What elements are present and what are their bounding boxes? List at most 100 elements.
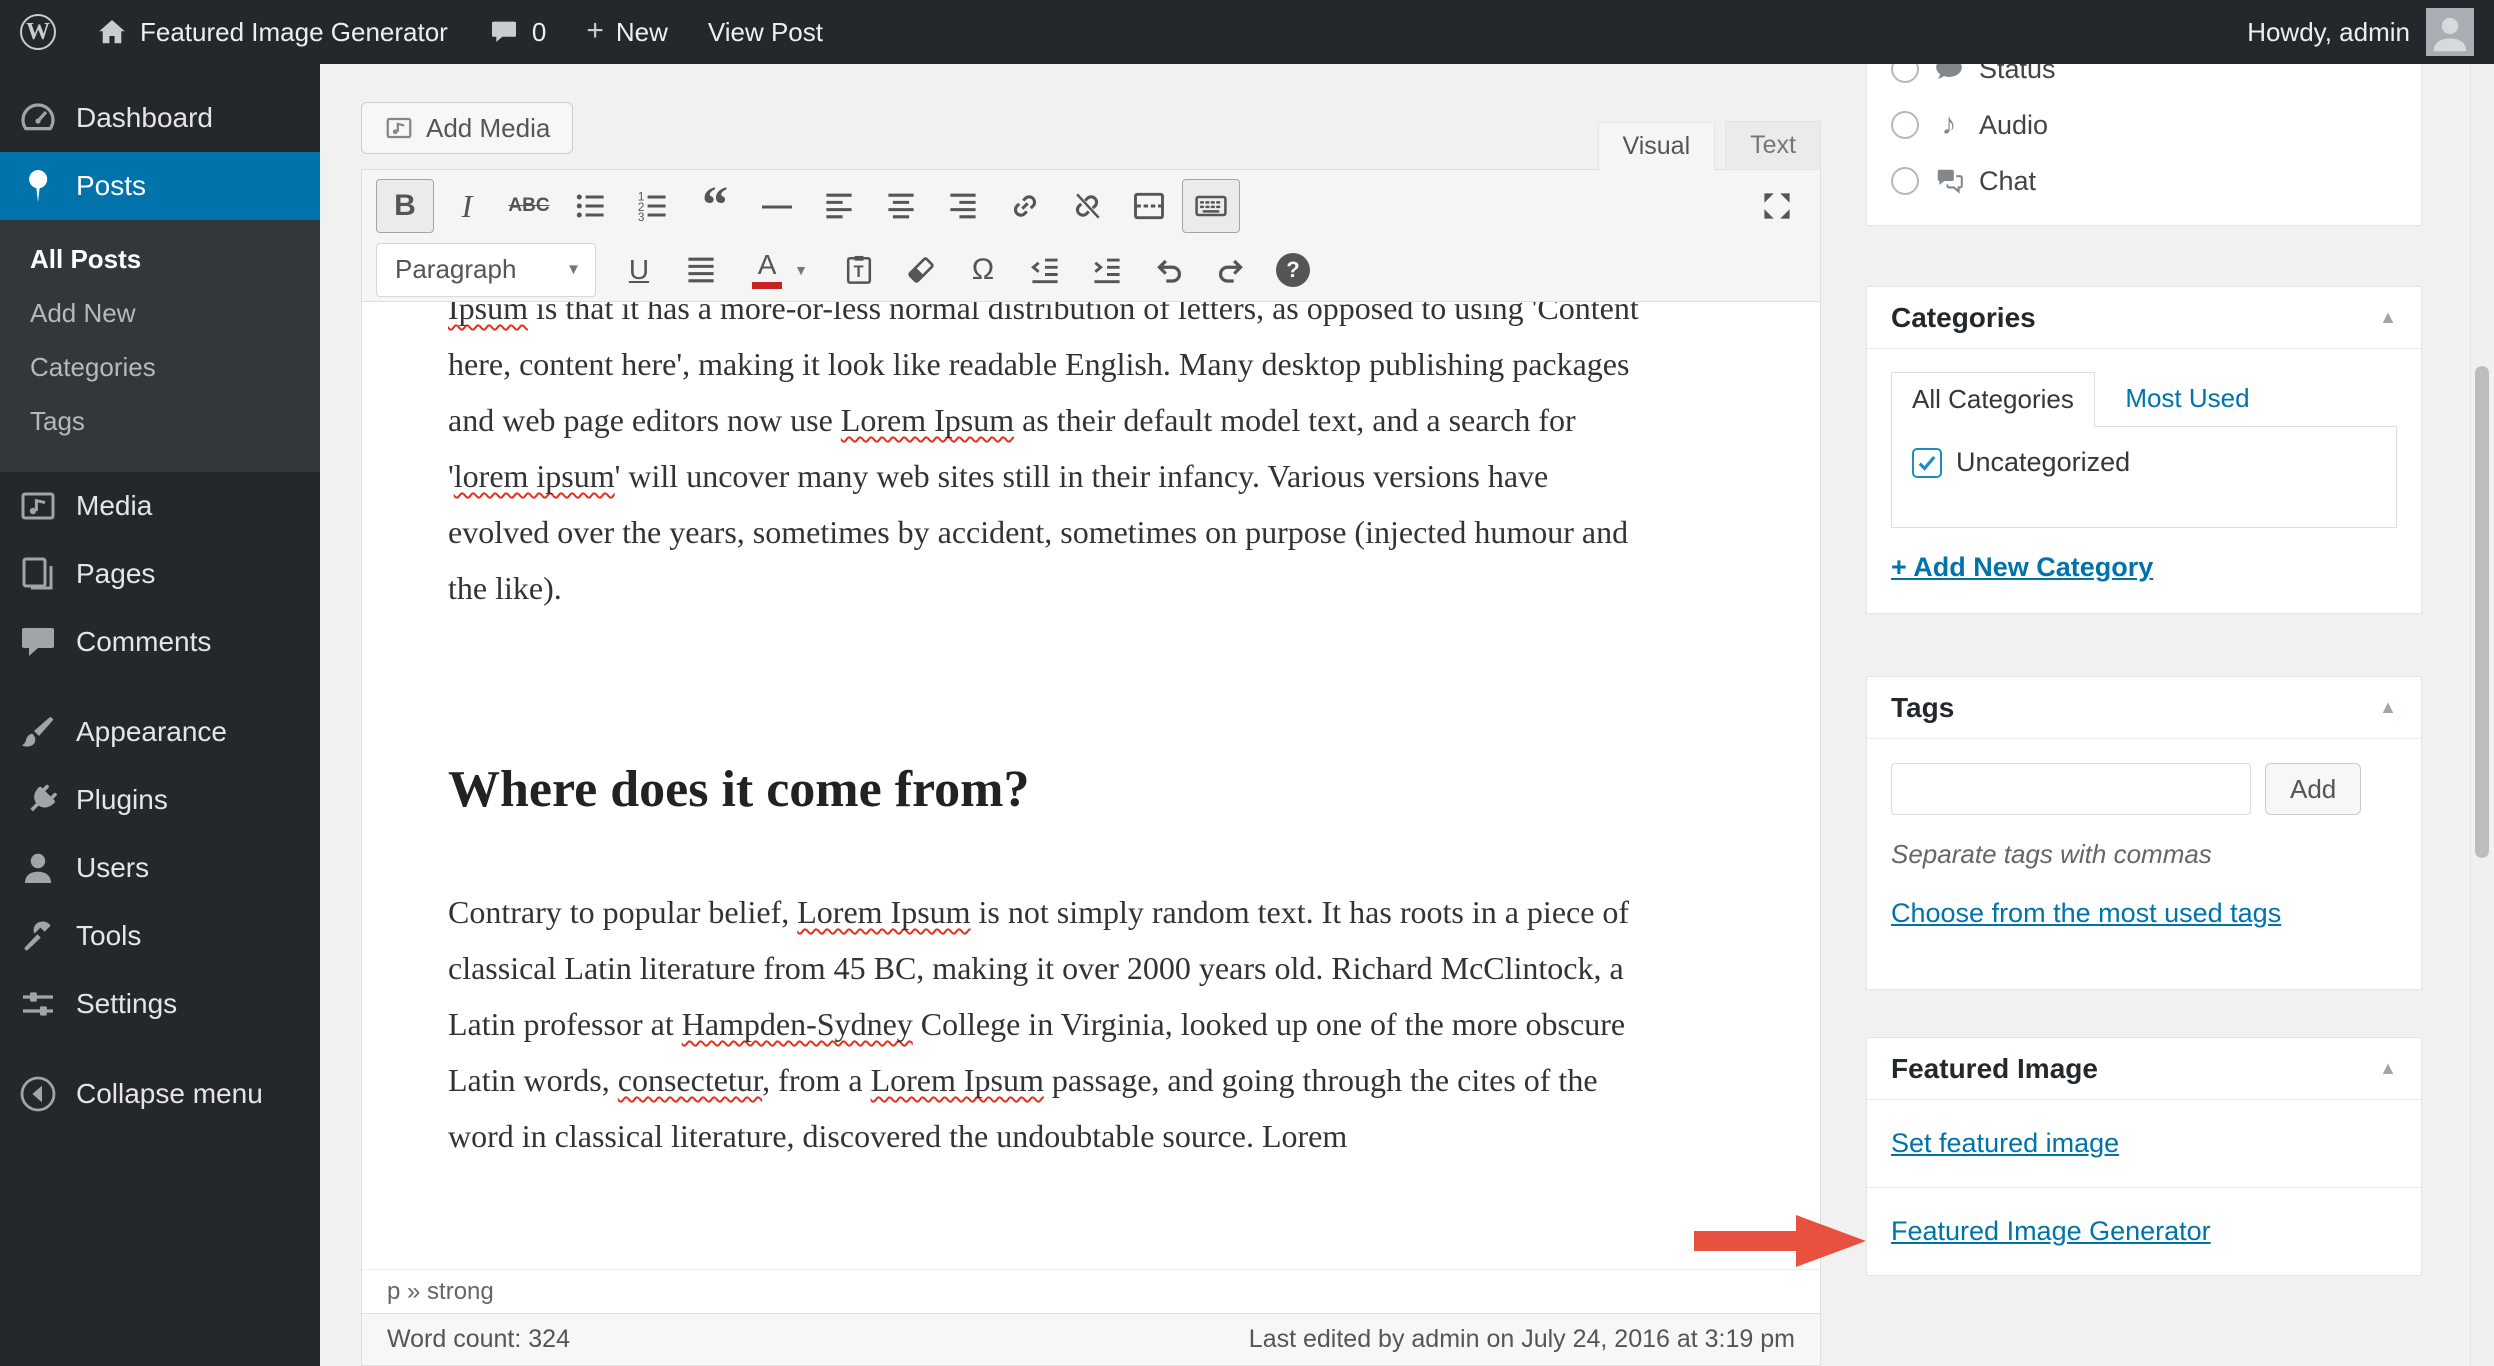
bold-button[interactable]: B — [376, 179, 434, 233]
text-color-button[interactable]: A ▼ — [734, 243, 826, 297]
set-featured-image-link[interactable]: Set featured image — [1891, 1128, 2119, 1158]
sidebar-item-appearance[interactable]: Appearance — [0, 698, 320, 766]
tags-panel: Tags ▲ Add Separate tags with commas Cho… — [1866, 676, 2422, 990]
sidebar-item-plugins[interactable]: Plugins — [0, 766, 320, 834]
justify-button[interactable] — [672, 243, 730, 297]
howdy-text: Howdy, admin — [2247, 17, 2410, 48]
remove-link-button[interactable] — [1058, 179, 1116, 233]
sidebar-item-pages[interactable]: Pages — [0, 540, 320, 608]
featured-image-panel-header[interactable]: Featured Image ▲ — [1867, 1038, 2421, 1100]
blockquote-button[interactable]: “ — [686, 193, 744, 219]
sidebar-item-label: Tools — [76, 920, 141, 952]
strikethrough-button[interactable]: ABC — [500, 179, 558, 233]
uncategorized-checkbox[interactable] — [1912, 448, 1942, 478]
pages-icon — [18, 554, 58, 594]
tags-panel-body: Add Separate tags with commas Choose fro… — [1867, 739, 2421, 953]
format-label[interactable]: Chat — [1979, 166, 2036, 197]
tab-all-categories[interactable]: All Categories — [1891, 372, 2095, 427]
clear-formatting-button[interactable] — [892, 243, 950, 297]
add-new-category-link[interactable]: + Add New Category — [1891, 552, 2153, 583]
sidebar-item-dashboard[interactable]: Dashboard — [0, 84, 320, 152]
submenu-tags[interactable]: Tags — [0, 394, 320, 448]
avatar — [2426, 8, 2474, 56]
add-tag-button[interactable]: Add — [2265, 763, 2361, 815]
paragraph-format-dropdown[interactable]: Paragraph ▼ — [376, 243, 596, 297]
sidebar-item-tools[interactable]: Tools — [0, 902, 320, 970]
comments-menu[interactable]: 0 — [468, 0, 566, 64]
red-annotation-arrow — [1694, 1211, 1869, 1271]
post-editor: B I ABC 123 “ — — [361, 169, 1821, 1366]
wordpress-post-editor-page: Add Media Visual Text B I ABC 123 “ — — [0, 0, 2494, 1366]
horizontal-rule-button[interactable]: — — [748, 179, 806, 233]
undo-button[interactable] — [1140, 243, 1198, 297]
format-radio-chat[interactable] — [1891, 167, 1919, 195]
admin-bar-account[interactable]: Howdy, admin — [2247, 8, 2494, 56]
add-media-button[interactable]: Add Media — [361, 102, 573, 154]
view-post-link[interactable]: View Post — [688, 0, 843, 64]
outdent-button[interactable] — [1016, 243, 1074, 297]
indent-button[interactable] — [1078, 243, 1136, 297]
panel-toggle-icon[interactable]: ▲ — [2379, 1058, 2397, 1079]
insert-more-tag-button[interactable] — [1120, 179, 1178, 233]
panel-toggle-icon[interactable]: ▲ — [2379, 697, 2397, 718]
numbered-list-button[interactable]: 123 — [624, 179, 682, 233]
bulleted-list-button[interactable] — [562, 179, 620, 233]
redo-button[interactable] — [1202, 243, 1260, 297]
editor-content[interactable]: Ipsum is that it has a more-or-less norm… — [362, 302, 1820, 1269]
editor-text-span: Ipsum — [448, 302, 528, 326]
wordpress-logo-menu[interactable]: W — [0, 0, 76, 64]
editor-element-path: p » strong — [362, 1269, 1820, 1313]
align-center-button[interactable] — [872, 179, 930, 233]
align-right-button[interactable] — [934, 179, 992, 233]
format-radio-audio[interactable] — [1891, 111, 1919, 139]
panel-toggle-icon[interactable]: ▲ — [2379, 307, 2397, 328]
post-status-info: Word count: 324 Last edited by admin on … — [362, 1313, 1820, 1365]
sidebar-item-label: Settings — [76, 988, 177, 1020]
tags-hint: Separate tags with commas — [1891, 839, 2397, 870]
collapse-menu-label: Collapse menu — [76, 1078, 263, 1110]
submenu-categories[interactable]: Categories — [0, 340, 320, 394]
category-label[interactable]: Uncategorized — [1956, 447, 2130, 478]
collapse-menu-button[interactable]: Collapse menu — [0, 1060, 320, 1128]
add-media-label: Add Media — [426, 113, 550, 144]
tab-text[interactable]: Text — [1725, 121, 1821, 170]
featured-image-generator-link[interactable]: Featured Image Generator — [1891, 1216, 2211, 1246]
sidebar-item-posts[interactable]: Posts — [0, 152, 320, 220]
toolbar-toggle-button[interactable] — [1182, 179, 1240, 233]
sidebar-item-settings[interactable]: Settings — [0, 970, 320, 1038]
help-button[interactable]: ? — [1264, 243, 1322, 297]
underline-button[interactable]: U — [610, 243, 668, 297]
sidebar-item-users[interactable]: Users — [0, 834, 320, 902]
submenu-add-new[interactable]: Add New — [0, 286, 320, 340]
new-content-menu[interactable]: + New — [566, 0, 688, 64]
comments-count: 0 — [532, 17, 546, 48]
tab-visual[interactable]: Visual — [1598, 122, 1716, 171]
align-left-button[interactable] — [810, 179, 868, 233]
menu-separator — [0, 1038, 320, 1060]
dashboard-icon — [18, 98, 58, 138]
tags-panel-header[interactable]: Tags ▲ — [1867, 677, 2421, 739]
sidebar-item-label: Comments — [76, 626, 211, 658]
sidebar-item-comments[interactable]: Comments — [0, 608, 320, 676]
scrollbar-thumb[interactable] — [2475, 366, 2489, 858]
choose-most-used-tags-link[interactable]: Choose from the most used tags — [1891, 898, 2281, 929]
fullscreen-button[interactable] — [1748, 179, 1806, 233]
editor-text-span: consectetur — [618, 1062, 762, 1098]
submenu-all-posts[interactable]: All Posts — [0, 232, 320, 286]
special-character-button[interactable]: Ω — [954, 243, 1012, 297]
sidebar-item-label: Plugins — [76, 784, 168, 816]
italic-button[interactable]: I — [438, 179, 496, 233]
svg-text:3: 3 — [638, 211, 645, 224]
format-label[interactable]: Audio — [1979, 110, 2048, 141]
paste-as-text-button[interactable]: T — [830, 243, 888, 297]
site-name-menu[interactable]: Featured Image Generator — [76, 0, 468, 64]
new-tag-input[interactable] — [1891, 763, 2251, 815]
sidebar-item-label: Pages — [76, 558, 155, 590]
media-icon — [384, 113, 414, 143]
categories-panel-title: Categories — [1891, 302, 2036, 334]
insert-link-button[interactable] — [996, 179, 1054, 233]
categories-panel-header[interactable]: Categories ▲ — [1867, 287, 2421, 349]
tab-most-used[interactable]: Most Used — [2125, 383, 2249, 413]
set-featured-image-row: Set featured image — [1867, 1100, 2421, 1187]
sidebar-item-media[interactable]: Media — [0, 472, 320, 540]
